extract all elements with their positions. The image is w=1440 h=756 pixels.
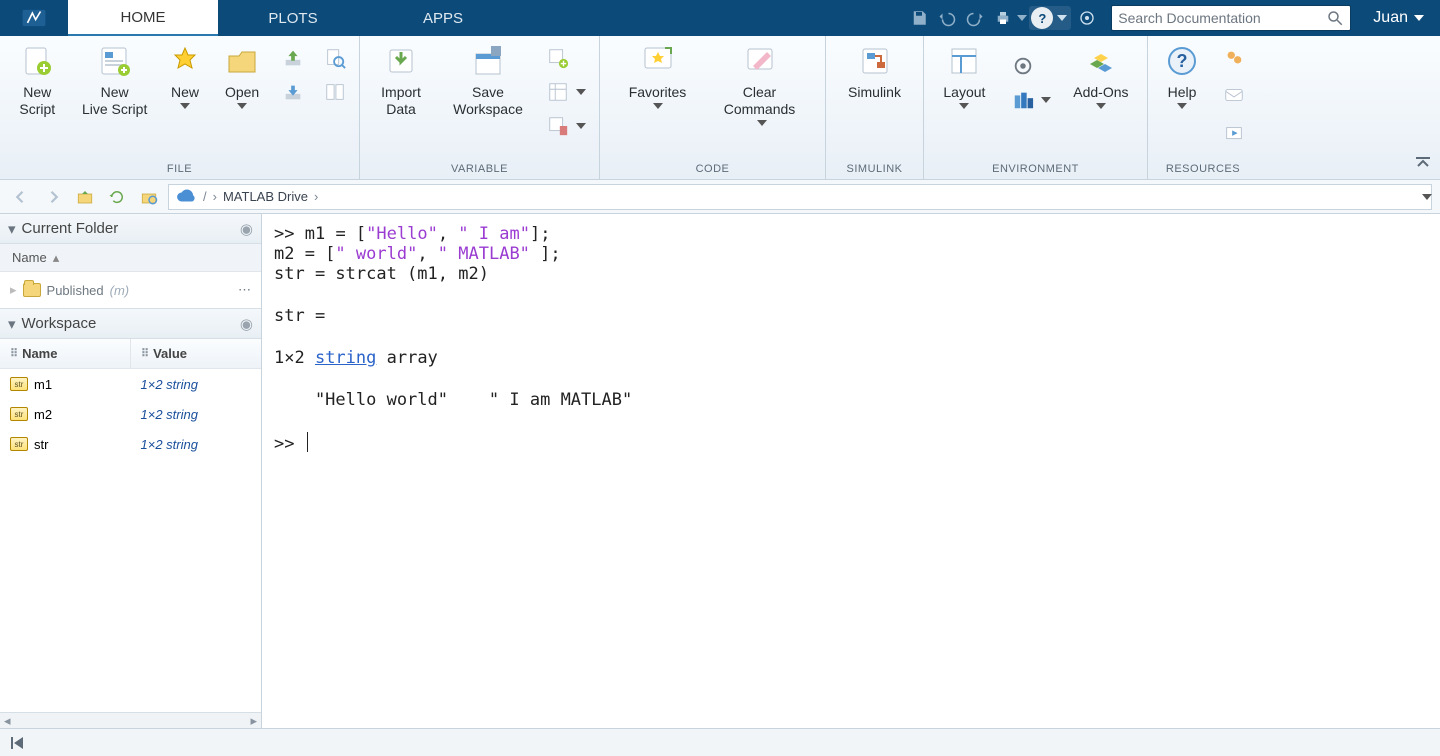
toolstrip: New Script New Live Script New Open bbox=[0, 36, 1440, 180]
download-icon[interactable] bbox=[279, 78, 307, 106]
search-documentation[interactable] bbox=[1111, 5, 1351, 31]
workspace-header[interactable]: ▾ Workspace ◉ bbox=[0, 309, 261, 339]
breadcrumb[interactable]: / › MATLAB Drive › bbox=[168, 184, 1432, 210]
new-button[interactable]: New bbox=[165, 42, 205, 109]
section-file-label: FILE bbox=[10, 160, 349, 179]
help-button[interactable]: ? Help bbox=[1158, 42, 1206, 109]
tab-home[interactable]: HOME bbox=[68, 0, 218, 36]
favorites-button[interactable]: Favorites bbox=[618, 42, 698, 109]
print-icon[interactable] bbox=[989, 0, 1017, 36]
workspace-body: strm1 1×2 string strm2 1×2 string strstr… bbox=[0, 369, 261, 712]
workspace-row[interactable]: strm2 1×2 string bbox=[0, 399, 261, 429]
user-menu[interactable]: Juan bbox=[1357, 0, 1440, 36]
new-live-script-button[interactable]: New Live Script bbox=[79, 42, 151, 118]
save-icon[interactable] bbox=[905, 0, 933, 36]
panel-menu-icon[interactable]: ◉ bbox=[240, 220, 253, 238]
clear-workspace-icon[interactable] bbox=[544, 112, 572, 140]
section-resources-label: RESOURCES bbox=[1158, 160, 1248, 179]
redo-icon[interactable] bbox=[961, 0, 989, 36]
community-icon[interactable] bbox=[1073, 0, 1101, 36]
nav-forward-icon[interactable] bbox=[40, 184, 66, 210]
command-window[interactable]: >> m1 = ["Hello", " I am"]; m2 = [" worl… bbox=[262, 214, 1440, 728]
breadcrumb-separator: / bbox=[203, 189, 207, 204]
minimize-toolstrip-icon[interactable] bbox=[1414, 156, 1432, 173]
folder-icon bbox=[23, 283, 41, 297]
console-output: 1×2 string array bbox=[274, 348, 1428, 368]
tab-plots[interactable]: PLOTS bbox=[218, 0, 368, 36]
collapse-icon: ▾ bbox=[8, 220, 16, 238]
goto-start-icon[interactable] bbox=[10, 736, 26, 750]
open-button[interactable]: Open bbox=[219, 42, 265, 109]
ws-col-name[interactable]: ⠿Name bbox=[0, 339, 131, 368]
workspace-row[interactable]: strm1 1×2 string bbox=[0, 369, 261, 399]
main-area: ▾ Current Folder ◉ Name▴ ▸ Published(m) … bbox=[0, 214, 1440, 728]
svg-text:?: ? bbox=[1177, 51, 1188, 71]
side-panels: ▾ Current Folder ◉ Name▴ ▸ Published(m) … bbox=[0, 214, 262, 728]
find-files-icon[interactable] bbox=[321, 44, 349, 72]
request-support-icon[interactable] bbox=[1220, 82, 1248, 110]
cf-name-header[interactable]: Name▴ bbox=[0, 244, 261, 272]
section-simulink-label: SIMULINK bbox=[836, 160, 913, 179]
breadcrumb-matlab-drive[interactable]: MATLAB Drive bbox=[223, 189, 308, 204]
compare-icon[interactable] bbox=[321, 78, 349, 106]
tab-apps[interactable]: APPS bbox=[368, 0, 518, 36]
workspace-columns: ⠿Name ⠿Value bbox=[0, 339, 261, 369]
console-output: "Hello world" " I am MATLAB" bbox=[274, 390, 1428, 410]
status-bar bbox=[0, 728, 1440, 756]
matlab-logo-icon bbox=[0, 0, 68, 36]
new-variable-icon[interactable] bbox=[544, 44, 572, 72]
addons-button[interactable]: Add-Ons bbox=[1065, 42, 1137, 109]
clear-commands-button[interactable]: Clear Commands bbox=[712, 42, 808, 126]
folder-row-published[interactable]: ▸ Published(m) ⋯ bbox=[0, 276, 261, 304]
console-output: str = bbox=[274, 306, 1428, 326]
section-variable-label: VARIABLE bbox=[370, 160, 589, 179]
text-cursor bbox=[307, 432, 308, 452]
string-type-link[interactable]: string bbox=[315, 348, 376, 368]
address-bar: / › MATLAB Drive › bbox=[0, 180, 1440, 214]
collapse-icon: ▾ bbox=[8, 315, 16, 333]
search-input[interactable] bbox=[1118, 10, 1326, 26]
nav-back-icon[interactable] bbox=[8, 184, 34, 210]
chevron-right-icon: › bbox=[213, 189, 217, 204]
preferences-icon[interactable] bbox=[1009, 52, 1037, 80]
side-scrollbar[interactable]: ◂▸ bbox=[0, 712, 261, 728]
simulink-button[interactable]: Simulink bbox=[837, 42, 913, 101]
string-var-icon: str bbox=[10, 437, 28, 451]
search-icon bbox=[1326, 9, 1344, 27]
quick-access: ? bbox=[901, 0, 1105, 36]
string-var-icon: str bbox=[10, 407, 28, 421]
console-line: >> m1 = ["Hello", " I am"]; bbox=[274, 224, 1428, 244]
upload-icon[interactable] bbox=[279, 44, 307, 72]
ws-col-value[interactable]: ⠿Value bbox=[131, 339, 261, 368]
panel-menu-icon[interactable]: ◉ bbox=[240, 315, 253, 333]
learn-matlab-icon[interactable] bbox=[1220, 120, 1248, 148]
section-code-label: CODE bbox=[610, 160, 815, 179]
string-var-icon: str bbox=[10, 377, 28, 391]
section-environment-label: ENVIRONMENT bbox=[934, 160, 1137, 179]
console-line: str = strcat (m1, m2) bbox=[274, 264, 1428, 284]
save-workspace-button[interactable]: Save Workspace bbox=[446, 42, 530, 118]
console-prompt: >> bbox=[274, 432, 1428, 454]
refresh-icon[interactable] bbox=[104, 184, 130, 210]
current-folder-list: ▸ Published(m) ⋯ bbox=[0, 272, 261, 309]
new-script-button[interactable]: New Script bbox=[10, 42, 65, 118]
undo-icon[interactable] bbox=[933, 0, 961, 36]
cloud-icon bbox=[175, 189, 197, 205]
help-icon: ? bbox=[1031, 7, 1053, 29]
chevron-right-icon: › bbox=[314, 189, 318, 204]
layout-button[interactable]: Layout bbox=[934, 42, 995, 109]
current-folder-header[interactable]: ▾ Current Folder ◉ bbox=[0, 214, 261, 244]
community2-icon[interactable] bbox=[1220, 44, 1248, 72]
address-history-dropdown[interactable] bbox=[1422, 194, 1432, 200]
import-data-button[interactable]: Import Data bbox=[370, 42, 432, 118]
help-dropdown[interactable]: ? bbox=[1029, 6, 1071, 30]
set-path-icon[interactable] bbox=[1009, 86, 1037, 114]
workspace-row[interactable]: strstr 1×2 string bbox=[0, 429, 261, 459]
console-line: m2 = [" world", " MATLAB" ]; bbox=[274, 244, 1428, 264]
open-variable-icon[interactable] bbox=[544, 78, 572, 106]
titlebar: HOME PLOTS APPS ? Juan bbox=[0, 0, 1440, 36]
browse-folder-icon[interactable] bbox=[136, 184, 162, 210]
up-folder-icon[interactable] bbox=[72, 184, 98, 210]
qa-dropdown-icon[interactable] bbox=[1017, 15, 1027, 21]
